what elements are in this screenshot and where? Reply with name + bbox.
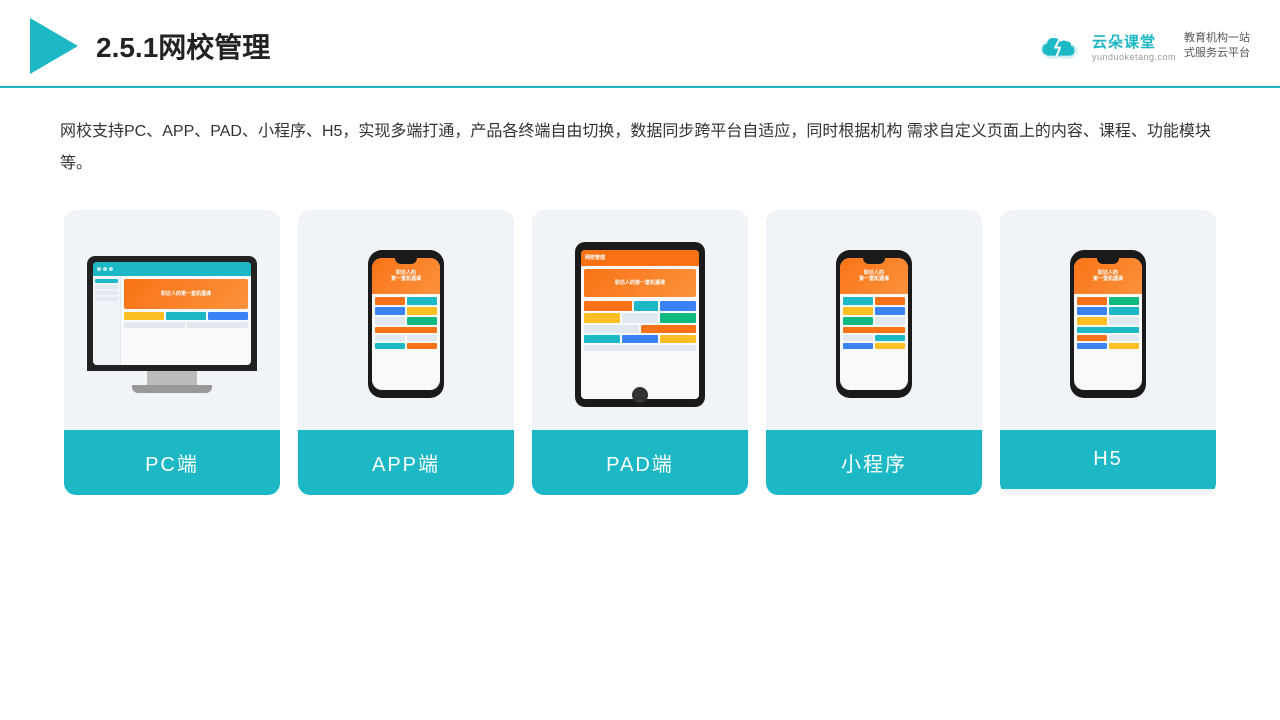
card-mini-program-image: 职达人的第一堂机遇课 (766, 210, 982, 430)
phone-h5-icon: 职达人的第一堂机遇课 (1070, 250, 1146, 398)
logo-triangle-icon (30, 18, 78, 74)
card-mini-program: 职达人的第一堂机遇课 (766, 210, 982, 495)
header-left: 2.5.1网校管理 (30, 18, 270, 74)
brand-name: 云朵课堂 (1092, 31, 1156, 52)
phone-app-icon: 职达人的第一堂机遇课 (368, 250, 444, 398)
page-title: 2.5.1网校管理 (96, 26, 270, 66)
description-text: 网校支持PC、APP、PAD、小程序、H5，实现多端打通，产品各终端自由切换，数… (60, 116, 1220, 180)
card-pad-image: 网校管理 职达人的第一堂机遇课 (532, 210, 748, 430)
tablet-pad-icon: 网校管理 职达人的第一堂机遇课 (575, 242, 705, 407)
card-h5-image: 职达人的第一堂机遇课 (1000, 210, 1216, 430)
cards-container: 职达人的第一堂机遇课 (60, 210, 1220, 495)
brand-slogan: 教育机构一站 式服务云平台 (1184, 31, 1250, 62)
main-content: 网校支持PC、APP、PAD、小程序、H5，实现多端打通，产品各终端自由切换，数… (0, 88, 1280, 515)
card-pad-label: PAD端 (532, 430, 748, 495)
card-pad: 网校管理 职达人的第一堂机遇课 (532, 210, 748, 495)
header: 2.5.1网校管理 云朵课堂 yunduoketang.com 教育机构一站 式… (0, 0, 1280, 88)
header-right: 云朵课堂 yunduoketang.com 教育机构一站 式服务云平台 (1036, 28, 1250, 64)
brand-domain: yunduoketang.com (1092, 52, 1176, 62)
card-h5: 职达人的第一堂机遇课 (1000, 210, 1216, 495)
card-pc: 职达人的第一堂机遇课 (64, 210, 280, 495)
brand-logo: 云朵课堂 yunduoketang.com 教育机构一站 式服务云平台 (1036, 28, 1250, 64)
card-app: 职达人的第一堂机遇课 (298, 210, 514, 495)
card-app-label: APP端 (298, 430, 514, 495)
card-app-image: 职达人的第一堂机遇课 (298, 210, 514, 430)
phone-mini-icon: 职达人的第一堂机遇课 (836, 250, 912, 398)
card-mini-program-label: 小程序 (766, 430, 982, 495)
card-pc-image: 职达人的第一堂机遇课 (64, 210, 280, 430)
pc-monitor-icon: 职达人的第一堂机遇课 (87, 256, 257, 393)
card-pc-label: PC端 (64, 430, 280, 495)
cloud-icon (1036, 28, 1084, 64)
brand-text-block: 云朵课堂 yunduoketang.com (1092, 31, 1176, 62)
card-h5-label: H5 (1000, 430, 1216, 489)
